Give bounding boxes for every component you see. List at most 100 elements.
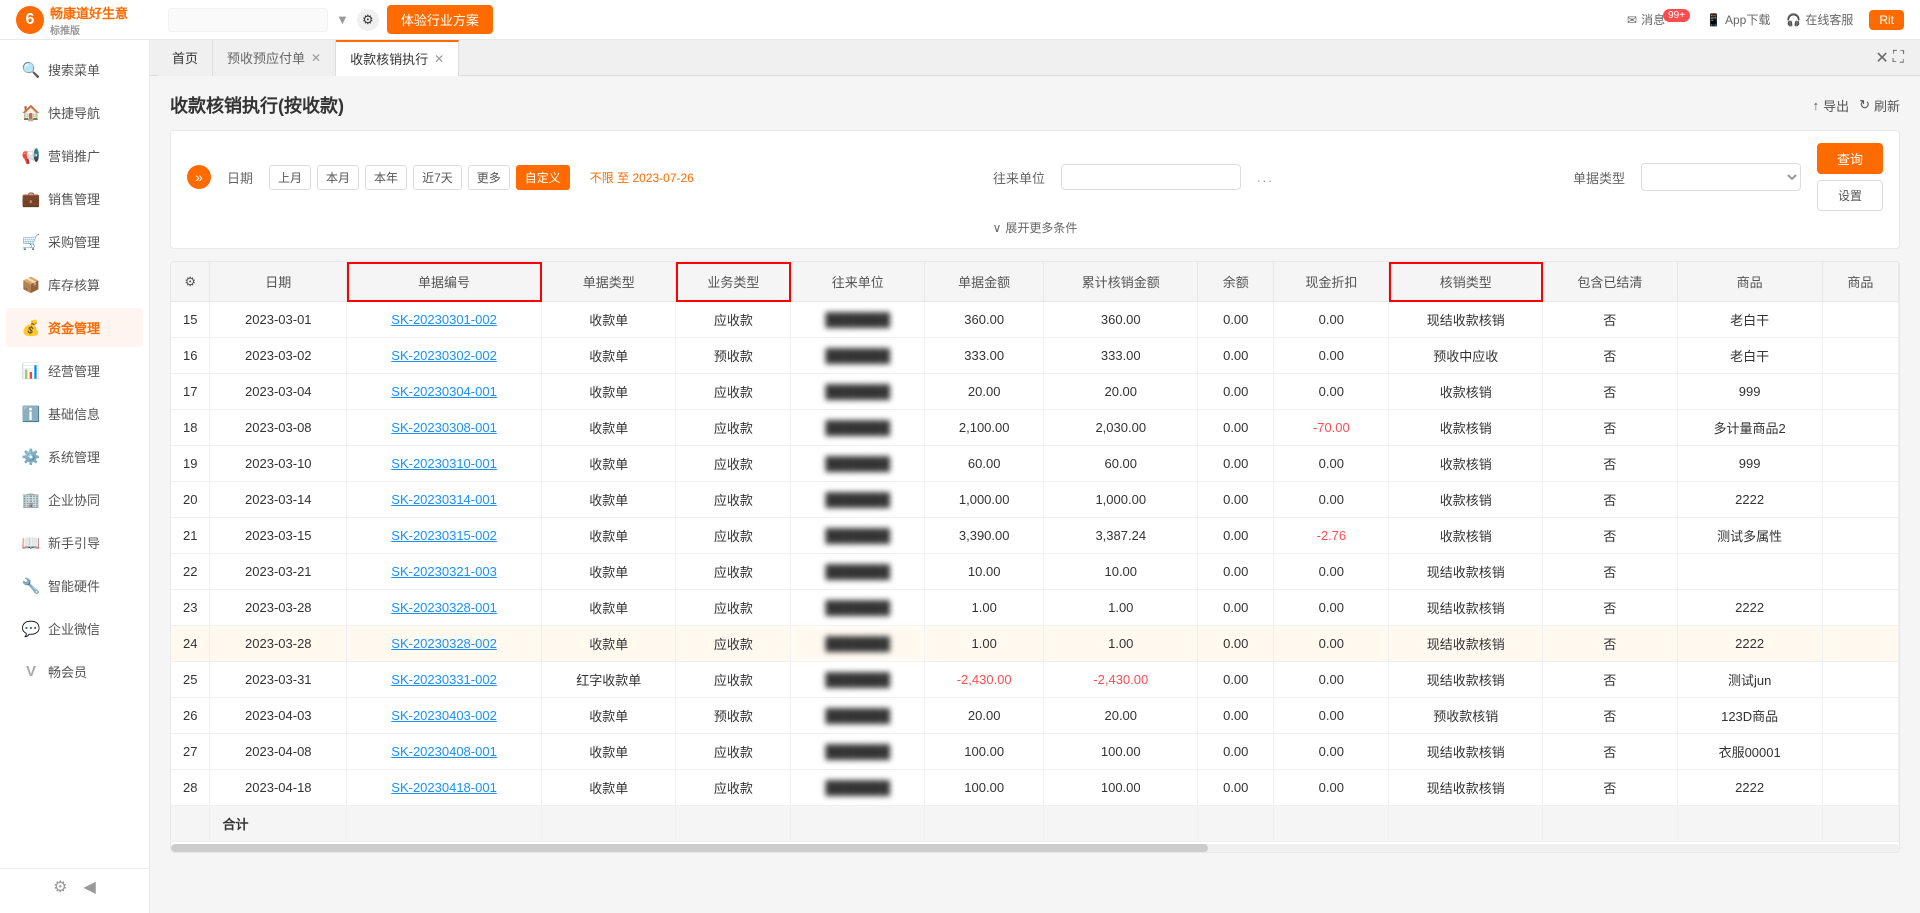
filter-more[interactable]: 更多	[468, 165, 510, 190]
main-layout: 🔍 搜索菜单 🏠 快捷导航 📢 营销推广 💼 销售管理 🛒 采购管理 📦 库存核…	[0, 40, 1920, 913]
td-accum-amount: 333.00	[1044, 338, 1198, 374]
td-goods2	[1822, 446, 1898, 482]
dropdown-arrow[interactable]: ▼	[336, 12, 349, 27]
td-doc-no[interactable]: SK-20230418-001	[347, 770, 542, 806]
sidebar: 🔍 搜索菜单 🏠 快捷导航 📢 营销推广 💼 销售管理 🛒 采购管理 📦 库存核…	[0, 40, 150, 913]
refresh-button[interactable]: ↻ 刷新	[1859, 96, 1900, 115]
th-balance: 余额	[1198, 262, 1274, 302]
user-avatar[interactable]: Rit	[1869, 10, 1904, 30]
td-doc-no[interactable]: SK-20230314-001	[347, 482, 542, 518]
tab-prepay[interactable]: 预收预应付单 ✕	[213, 40, 336, 76]
breadcrumb-input[interactable]	[168, 8, 328, 32]
doc-no-link[interactable]: SK-20230328-001	[391, 600, 497, 615]
filter-toggle-btn[interactable]: »	[187, 165, 211, 189]
refresh-icon: ↻	[1859, 97, 1870, 113]
td-date: 2023-03-14	[210, 482, 347, 518]
industry-button[interactable]: 体验行业方案	[387, 5, 493, 34]
td-no: 15	[171, 302, 210, 338]
td-doc-no[interactable]: SK-20230301-002	[347, 302, 542, 338]
table-scrollbar[interactable]	[171, 844, 1899, 852]
sidebar-item-hardware[interactable]: 🔧 智能硬件	[6, 566, 143, 605]
tab-home[interactable]: 首页	[158, 40, 213, 76]
sidebar-item-system[interactable]: ⚙️ 系统管理	[6, 437, 143, 476]
sidebar-item-guide[interactable]: 📖 新手引导	[6, 523, 143, 562]
sidebar-item-wechat[interactable]: 💬 企业微信	[6, 609, 143, 648]
td-accum-amount: 100.00	[1044, 734, 1198, 770]
page-content: 收款核销执行(按收款) ↑ 导出 ↻ 刷新 » 日期	[150, 76, 1920, 913]
td-doc-no[interactable]: SK-20230331-002	[347, 662, 542, 698]
td-doc-no[interactable]: SK-20230328-001	[347, 590, 542, 626]
sidebar-item-purchase[interactable]: 🛒 采购管理	[6, 222, 143, 261]
th-settings[interactable]: ⚙	[171, 262, 210, 302]
tab-prepay-close[interactable]: ✕	[311, 51, 321, 65]
doc-no-link[interactable]: SK-20230310-001	[391, 456, 497, 471]
sidebar-item-operations[interactable]: 📊 经营管理	[6, 351, 143, 390]
filter-custom-btn[interactable]: 自定义	[516, 165, 570, 190]
tab-maximize-btn[interactable]: ⛶	[1893, 49, 1904, 67]
td-doc-no[interactable]: SK-20230315-002	[347, 518, 542, 554]
sidebar-collapse-icon[interactable]: ◀	[84, 877, 96, 897]
partner-input[interactable]	[1061, 164, 1241, 190]
sidebar-settings-icon[interactable]: ⚙	[53, 877, 67, 897]
doc-no-link[interactable]: SK-20230304-001	[391, 384, 497, 399]
doc-type-select[interactable]	[1641, 163, 1801, 191]
system-icon: ⚙️	[22, 448, 40, 466]
doc-no-link[interactable]: SK-20230328-002	[391, 636, 497, 651]
app-download-action[interactable]: 📱 App下载	[1706, 11, 1770, 28]
doc-no-link[interactable]: SK-20230408-001	[391, 744, 497, 759]
td-doc-type: 收款单	[542, 302, 676, 338]
sidebar-item-marketing[interactable]: 📢 营销推广	[6, 136, 143, 175]
doc-no-link[interactable]: SK-20230302-002	[391, 348, 497, 363]
doc-no-link[interactable]: SK-20230315-002	[391, 528, 497, 543]
td-doc-no[interactable]: SK-20230302-002	[347, 338, 542, 374]
filter-last-month[interactable]: 上月	[269, 165, 311, 190]
td-date: 2023-03-02	[210, 338, 347, 374]
doc-no-link[interactable]: SK-20230418-001	[391, 780, 497, 795]
td-doc-no[interactable]: SK-20230408-001	[347, 734, 542, 770]
td-doc-no[interactable]: SK-20230304-001	[347, 374, 542, 410]
filter-7days[interactable]: 近7天	[413, 165, 462, 190]
sidebar-item-inventory[interactable]: 📦 库存核算	[6, 265, 143, 304]
table-row: 202023-03-14SK-20230314-001收款单应收款███████…	[171, 482, 1899, 518]
settings-icon[interactable]: ⚙	[357, 9, 379, 31]
expand-row: ∨ 展开更多条件	[187, 219, 1883, 236]
filter-this-year[interactable]: 本年	[365, 165, 407, 190]
filter-this-month[interactable]: 本月	[317, 165, 359, 190]
settings-button[interactable]: 设置	[1817, 180, 1883, 211]
td-doc-no[interactable]: SK-20230328-002	[347, 626, 542, 662]
page-title: 收款核销执行(按收款)	[170, 92, 344, 118]
table-row: 162023-03-02SK-20230302-002收款单预收款███████…	[171, 338, 1899, 374]
sidebar-item-search[interactable]: 🔍 搜索菜单	[6, 50, 143, 89]
sidebar-label-enterprise: 企业协同	[48, 490, 100, 509]
td-total-8	[1198, 806, 1274, 842]
td-date: 2023-03-28	[210, 590, 347, 626]
online-service-action[interactable]: 🎧 在线客服	[1786, 11, 1853, 28]
doc-no-link[interactable]: SK-20230403-002	[391, 708, 497, 723]
sidebar-item-sales[interactable]: 💼 销售管理	[6, 179, 143, 218]
expand-conditions-btn[interactable]: ∨ 展开更多条件	[993, 219, 1078, 236]
td-doc-no[interactable]: SK-20230308-001	[347, 410, 542, 446]
sidebar-item-quicknav[interactable]: 🏠 快捷导航	[6, 93, 143, 132]
sidebar-item-basicinfo[interactable]: ℹ️ 基础信息	[6, 394, 143, 433]
doc-no-link[interactable]: SK-20230331-002	[391, 672, 497, 687]
td-doc-no[interactable]: SK-20230310-001	[347, 446, 542, 482]
sidebar-item-member[interactable]: V 畅会员	[6, 652, 143, 691]
td-date: 2023-03-15	[210, 518, 347, 554]
message-action[interactable]: ✉ 消息 99+	[1627, 11, 1690, 28]
query-button[interactable]: 查询	[1817, 143, 1883, 174]
export-button[interactable]: ↑ 导出	[1813, 96, 1850, 115]
sidebar-item-enterprise[interactable]: 🏢 企业协同	[6, 480, 143, 519]
td-date: 2023-04-08	[210, 734, 347, 770]
td-doc-no[interactable]: SK-20230321-003	[347, 554, 542, 590]
doc-no-link[interactable]: SK-20230321-003	[391, 564, 497, 579]
sidebar-item-finance[interactable]: 💰 资金管理	[6, 308, 143, 347]
doc-no-link[interactable]: SK-20230308-001	[391, 420, 497, 435]
doc-no-link[interactable]: SK-20230301-002	[391, 312, 497, 327]
td-total-9	[1274, 806, 1389, 842]
tab-collection[interactable]: 收款核销执行 ✕	[336, 40, 459, 76]
td-goods: 2222	[1677, 590, 1822, 626]
tab-close-all-btn[interactable]: ✕	[1875, 48, 1888, 68]
td-doc-no[interactable]: SK-20230403-002	[347, 698, 542, 734]
tab-collection-close[interactable]: ✕	[434, 52, 444, 66]
doc-no-link[interactable]: SK-20230314-001	[391, 492, 497, 507]
